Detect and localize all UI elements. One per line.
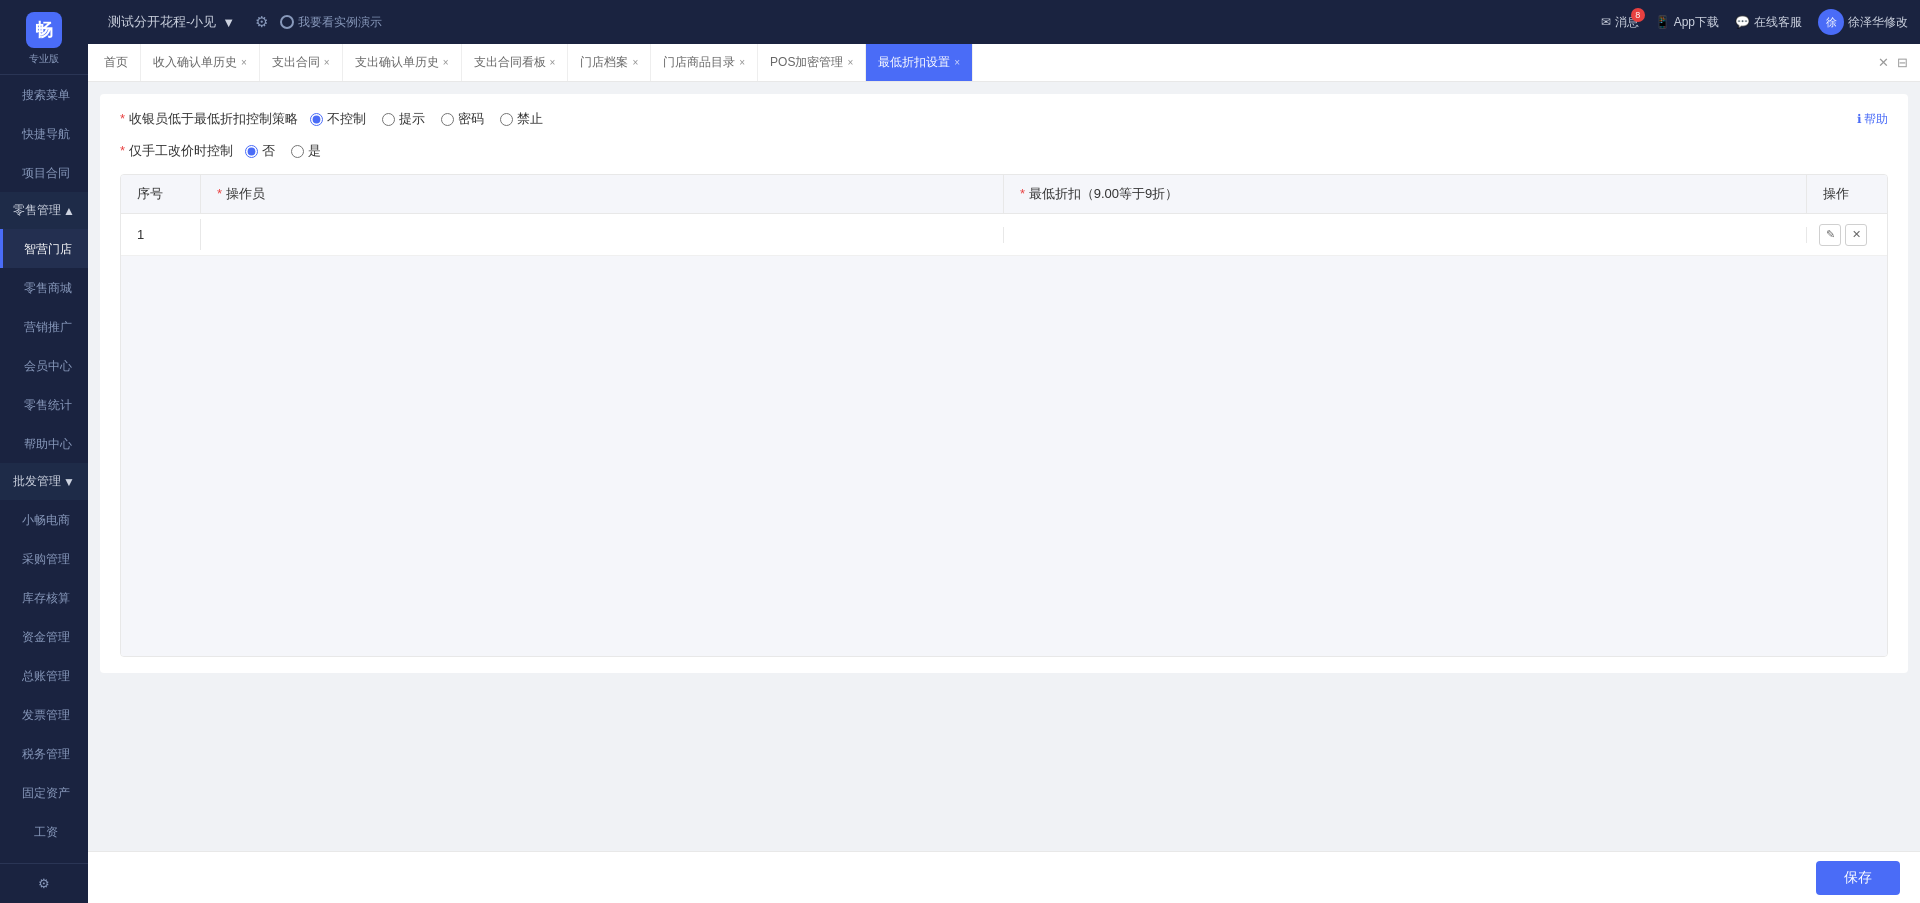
sidebar-logo: 畅 专业版 [0, 0, 88, 75]
sidebar-item-shortcut[interactable]: 快捷导航 [0, 114, 88, 153]
topbar: 测试分开花程-小见 ▼ ⚙ 我要看实例演示 ✉ 消息 8 📱 App下载 💬 在… [88, 0, 1920, 44]
delete-button[interactable]: ✕ [1845, 224, 1867, 246]
message-button[interactable]: ✉ 消息 8 [1601, 14, 1639, 31]
tabs-actions: ✕ ⊟ [1870, 55, 1916, 70]
tab-store-file[interactable]: 门店档案 × [568, 44, 651, 82]
sidebar: 畅 专业版 搜索菜单 快捷导航 项目合同 零售管理 ▲ 智营门店 零售商城 营销… [0, 0, 88, 903]
col-header-operator: 操作员 [201, 175, 1004, 213]
sidebar-item-smart-store[interactable]: 智营门店 [0, 229, 88, 268]
tab-close-income-confirm[interactable]: × [241, 57, 247, 68]
bottom-bar: 保存 [88, 851, 1920, 903]
tab-close-min-discount[interactable]: × [954, 57, 960, 68]
radio-no-control[interactable]: 不控制 [310, 110, 366, 128]
discount-table: 序号 操作员 最低折扣（9.00等于9折） 操作 1 ✎ ✕ [120, 174, 1888, 657]
online-service-button[interactable]: 💬 在线客服 [1735, 14, 1802, 31]
sidebar-item-marketing[interactable]: 营销推广 [0, 307, 88, 346]
tab-payment-confirm[interactable]: 支出确认单历史 × [343, 44, 462, 82]
topbar-right: ✉ 消息 8 📱 App下载 💬 在线客服 徐 徐泽华修改 [1601, 9, 1908, 35]
sidebar-item-payroll[interactable]: 工资 [0, 812, 88, 851]
sidebar-item-member[interactable]: 会员中心 [0, 346, 88, 385]
tabs-bar: 首页 收入确认单历史 × 支出合同 × 支出确认单历史 × 支出合同看板 × 门… [88, 44, 1920, 82]
help-icon: ℹ [1857, 112, 1862, 126]
sidebar-item-online-store[interactable]: 零售商城 [0, 268, 88, 307]
chevron-down-icon: ▼ [63, 475, 75, 489]
sidebar-item-purchase[interactable]: 采购管理 [0, 539, 88, 578]
tab-home[interactable]: 首页 [92, 44, 141, 82]
sidebar-item-inventory[interactable]: 库存核算 [0, 578, 88, 617]
cell-seq-1: 1 [121, 219, 201, 250]
radio-remind[interactable]: 提示 [382, 110, 425, 128]
main-area: 测试分开花程-小见 ▼ ⚙ 我要看实例演示 ✉ 消息 8 📱 App下载 💬 在… [88, 0, 1920, 903]
table-header: 序号 操作员 最低折扣（9.00等于9折） 操作 [121, 175, 1887, 214]
sidebar-item-contract[interactable]: 项目合同 [0, 153, 88, 192]
message-badge: 8 [1631, 8, 1645, 22]
sidebar-item-invoice[interactable]: 发票管理 [0, 695, 88, 734]
table-row: 1 ✎ ✕ [121, 214, 1887, 256]
page-content: 收银员低于最低折扣控制策略 不控制 提示 密码 [88, 82, 1920, 851]
field2-label: 仅手工改价时控制 [120, 142, 233, 160]
tab-income-confirm[interactable]: 收入确认单历史 × [141, 44, 260, 82]
logo-text: 专业版 [29, 52, 59, 66]
col-header-seq: 序号 [121, 175, 201, 213]
sidebar-item-wholesale[interactable]: 批发管理 ▼ [0, 463, 88, 500]
sidebar-item-tax[interactable]: 税务管理 [0, 734, 88, 773]
sidebar-item-accounting[interactable]: 总账管理 [0, 656, 88, 695]
settings-icon[interactable]: ⚙ [255, 13, 268, 31]
sidebar-item-fixed-assets[interactable]: 固定资产 [0, 773, 88, 812]
radio-yes[interactable]: 是 [291, 142, 321, 160]
edit-button[interactable]: ✎ [1819, 224, 1841, 246]
col-header-action: 操作 [1807, 175, 1887, 213]
logo-icon: 畅 [26, 12, 62, 48]
tab-min-discount[interactable]: 最低折扣设置 × [866, 44, 973, 82]
radio-no[interactable]: 否 [245, 142, 275, 160]
message-icon: ✉ [1601, 15, 1611, 29]
cell-discount-1 [1004, 227, 1807, 243]
sidebar-item-retail[interactable]: 零售管理 ▲ [0, 192, 88, 229]
save-button[interactable]: 保存 [1816, 861, 1900, 895]
download-icon: 📱 [1655, 15, 1670, 29]
tabs-menu-icon[interactable]: ⊟ [1897, 55, 1908, 70]
tab-close-payment-confirm[interactable]: × [443, 57, 449, 68]
cell-action-1: ✎ ✕ [1807, 216, 1887, 254]
tab-close-pos-password[interactable]: × [847, 57, 853, 68]
tab-close-store-catalog[interactable]: × [739, 57, 745, 68]
tab-close-store-file[interactable]: × [632, 57, 638, 68]
cell-operator-1 [201, 227, 1004, 243]
service-icon: 💬 [1735, 15, 1750, 29]
tab-payment-board[interactable]: 支出合同看板 × [462, 44, 569, 82]
help-link[interactable]: ℹ 帮助 [1857, 111, 1888, 128]
tab-close-payment-board[interactable]: × [550, 57, 556, 68]
demo-circle-icon [280, 15, 294, 29]
tabs-close-icon[interactable]: ✕ [1878, 55, 1889, 70]
user-menu[interactable]: 徐 徐泽华修改 [1818, 9, 1908, 35]
tab-close-payment-contract[interactable]: × [324, 57, 330, 68]
sidebar-item-finance[interactable]: 资金管理 [0, 617, 88, 656]
form-row-1: 收银员低于最低折扣控制策略 不控制 提示 密码 [120, 110, 1888, 128]
sidebar-settings-button[interactable]: ⚙ [0, 863, 88, 903]
app-download-button[interactable]: 📱 App下载 [1655, 14, 1719, 31]
form-row-2: 仅手工改价时控制 否 是 [120, 142, 1888, 160]
table-empty-area [121, 256, 1887, 656]
col-header-discount: 最低折扣（9.00等于9折） [1004, 175, 1807, 213]
sidebar-item-ecommerce[interactable]: 小畅电商 [0, 500, 88, 539]
field1-radio-group: 不控制 提示 密码 禁止 [310, 110, 543, 128]
sidebar-item-help[interactable]: 帮助中心 [0, 424, 88, 463]
sidebar-item-search[interactable]: 搜索菜单 [0, 75, 88, 114]
form-card: 收银员低于最低折扣控制策略 不控制 提示 密码 [100, 94, 1908, 673]
project-name: 测试分开花程-小见 [108, 13, 216, 31]
sidebar-item-retail-stats[interactable]: 零售统计 [0, 385, 88, 424]
tab-pos-password[interactable]: POS加密管理 × [758, 44, 866, 82]
chevron-down-icon: ▼ [222, 15, 235, 30]
avatar: 徐 [1818, 9, 1844, 35]
field2-radio-group: 否 是 [245, 142, 321, 160]
project-selector[interactable]: 测试分开花程-小见 ▼ [100, 9, 243, 35]
radio-password[interactable]: 密码 [441, 110, 484, 128]
chevron-up-icon: ▲ [63, 204, 75, 218]
demo-button[interactable]: 我要看实例演示 [280, 14, 382, 31]
field1-label: 收银员低于最低折扣控制策略 [120, 110, 298, 128]
radio-ban[interactable]: 禁止 [500, 110, 543, 128]
tab-store-catalog[interactable]: 门店商品目录 × [651, 44, 758, 82]
tab-payment-contract[interactable]: 支出合同 × [260, 44, 343, 82]
